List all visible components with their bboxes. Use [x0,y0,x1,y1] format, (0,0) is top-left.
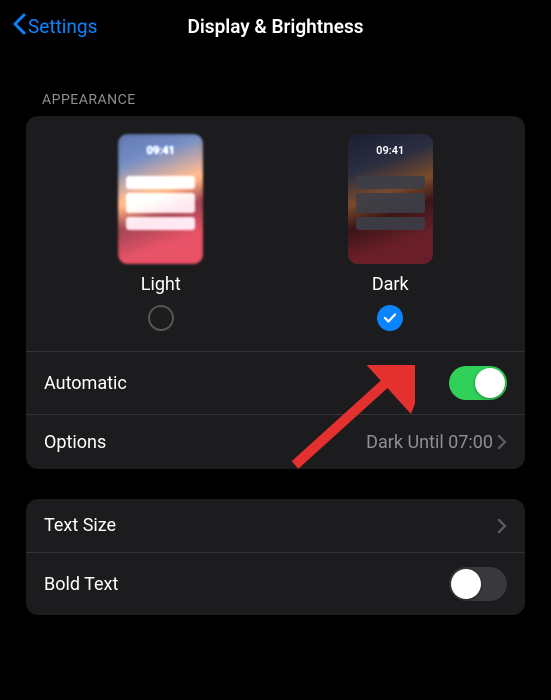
options-value-container: Dark Until 07:00 [366,432,507,453]
options-row[interactable]: Options Dark Until 07:00 [26,415,525,469]
dark-radio-checked-icon [377,305,403,331]
toggle-knob-icon [451,569,481,599]
light-radio-unchecked-icon [148,305,174,331]
dark-label: Dark [372,274,409,295]
options-value: Dark Until 07:00 [366,432,493,453]
chevron-right-icon [497,434,507,450]
automatic-toggle[interactable] [449,366,507,400]
text-group: Text Size Bold Text [26,499,525,615]
bold-text-label: Bold Text [44,574,118,595]
thumb-time: 09:41 [348,144,433,157]
light-label: Light [141,274,181,295]
bold-text-toggle[interactable] [449,567,507,601]
bold-text-row: Bold Text [26,553,525,615]
mode-option-light[interactable]: 09:41 Light [118,134,203,331]
chevron-left-icon [12,13,26,40]
automatic-row: Automatic [26,352,525,415]
appearance-group: 09:41 Light 09:41 Dark [26,116,525,469]
automatic-label: Automatic [44,373,127,394]
options-label: Options [44,432,106,453]
back-label: Settings [28,15,97,38]
dark-preview-thumbnail: 09:41 [348,134,433,264]
toggle-knob-icon [475,368,505,398]
section-header-appearance: APPEARANCE [0,52,551,116]
text-size-label: Text Size [44,515,116,536]
mode-option-dark[interactable]: 09:41 Dark [348,134,433,331]
text-size-row[interactable]: Text Size [26,499,525,553]
chevron-right-icon [497,518,507,534]
back-button[interactable]: Settings [12,13,97,40]
thumb-time: 09:41 [118,144,203,157]
light-preview-thumbnail: 09:41 [118,134,203,264]
page-title: Display & Brightness [188,15,364,38]
appearance-row: 09:41 Light 09:41 Dark [26,116,525,352]
nav-bar: Settings Display & Brightness [0,0,551,52]
